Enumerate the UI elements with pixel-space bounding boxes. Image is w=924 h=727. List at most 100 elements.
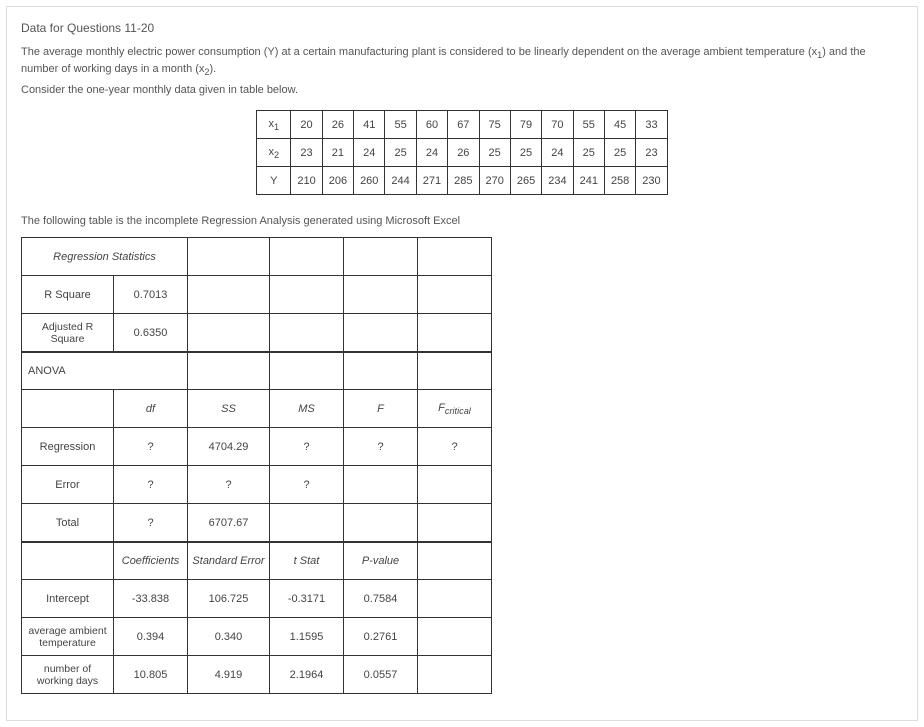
row-label-x1: x1 (257, 111, 291, 139)
cell: 2.1964 (270, 656, 344, 694)
label-sub: 2 (274, 150, 279, 160)
f-header: F (344, 390, 418, 428)
cell: 26 (448, 139, 479, 167)
cell (188, 238, 270, 276)
regression-stats-header: Regression Statistics (22, 238, 188, 276)
cell (418, 466, 492, 504)
cell: 0.7584 (344, 580, 418, 618)
cell: 6707.67 (188, 504, 270, 542)
cell (188, 314, 270, 352)
description-line-2: Consider the one-year monthly data given… (21, 83, 903, 98)
cell: 21 (322, 139, 353, 167)
regression-table: Regression Statistics R Square 0.7013 Ad… (21, 237, 492, 694)
table-row: Intercept -33.838 106.725 -0.3171 0.7584 (22, 580, 492, 618)
cell: 55 (573, 111, 604, 139)
cell: ? (114, 466, 188, 504)
cell (270, 238, 344, 276)
cell: ? (114, 504, 188, 542)
cell: ? (188, 466, 270, 504)
regression-intro: The following table is the incomplete Re… (21, 215, 903, 227)
cell (418, 656, 492, 694)
cell: 25 (385, 139, 416, 167)
cell (418, 580, 492, 618)
cell: 26 (322, 111, 353, 139)
cell: 25 (479, 139, 510, 167)
table-row: Regression Statistics (22, 238, 492, 276)
cell: 270 (479, 167, 510, 195)
cell: 0.2761 (344, 618, 418, 656)
cell: 20 (291, 111, 322, 139)
cell: 25 (604, 139, 635, 167)
table-row: average ambient temperature 0.394 0.340 … (22, 618, 492, 656)
cell: ? (114, 428, 188, 466)
cell: 45 (604, 111, 635, 139)
cell (344, 352, 418, 390)
cell: 4.919 (188, 656, 270, 694)
coef-header: Coefficients (114, 542, 188, 580)
data-table: x1 20 26 41 55 60 67 75 79 70 55 45 33 x… (256, 110, 667, 195)
cell (418, 504, 492, 542)
cell: 55 (385, 111, 416, 139)
cell (188, 352, 270, 390)
data-table-container: x1 20 26 41 55 60 67 75 79 70 55 45 33 x… (21, 110, 903, 195)
cell: ? (344, 428, 418, 466)
r-square-value: 0.7013 (114, 276, 188, 314)
ss-header: SS (188, 390, 270, 428)
description-line-1: The average monthly electric power consu… (21, 45, 903, 79)
anova-header: ANOVA (22, 352, 188, 390)
cell: 244 (385, 167, 416, 195)
cell: 1.1595 (270, 618, 344, 656)
cell: 258 (604, 167, 635, 195)
error-row-label: Error (22, 466, 114, 504)
cell (270, 504, 344, 542)
cell: 41 (354, 111, 385, 139)
cell: 24 (354, 139, 385, 167)
fcrit-sub: critical (445, 406, 471, 416)
cell (344, 276, 418, 314)
cell: 260 (354, 167, 385, 195)
table-row: Coefficients Standard Error t Stat P-val… (22, 542, 492, 580)
table-row: Error ? ? ? (22, 466, 492, 504)
pval-header: P-value (344, 542, 418, 580)
cell (344, 314, 418, 352)
x1-label: average ambient temperature (22, 618, 114, 656)
se-header: Standard Error (188, 542, 270, 580)
table-row: x1 20 26 41 55 60 67 75 79 70 55 45 33 (257, 111, 667, 139)
table-row: Total ? 6707.67 (22, 504, 492, 542)
table-row: df SS MS F Fcritical (22, 390, 492, 428)
regression-row-label: Regression (22, 428, 114, 466)
r-square-label: R Square (22, 276, 114, 314)
cell: 0.0557 (344, 656, 418, 694)
cell (270, 314, 344, 352)
cell: 79 (510, 111, 541, 139)
cell: 210 (291, 167, 322, 195)
cell (418, 276, 492, 314)
cell: 230 (636, 167, 667, 195)
row-label-x2: x2 (257, 139, 291, 167)
ms-header: MS (270, 390, 344, 428)
cell (418, 618, 492, 656)
desc-text: ). (210, 63, 217, 75)
cell (418, 314, 492, 352)
cell (270, 276, 344, 314)
cell: 70 (542, 111, 573, 139)
cell: 10.805 (114, 656, 188, 694)
table-row: x2 23 21 24 25 24 26 25 25 24 25 25 23 (257, 139, 667, 167)
cell: -33.838 (114, 580, 188, 618)
cell: 0.340 (188, 618, 270, 656)
cell: 67 (448, 111, 479, 139)
cell: 33 (636, 111, 667, 139)
cell: 75 (479, 111, 510, 139)
cell (22, 390, 114, 428)
cell: -0.3171 (270, 580, 344, 618)
cell: 206 (322, 167, 353, 195)
cell (270, 352, 344, 390)
table-row: Adjusted R Square 0.6350 (22, 314, 492, 352)
cell: 60 (416, 111, 447, 139)
cell (344, 504, 418, 542)
cell: 24 (416, 139, 447, 167)
fcrit-text: F (438, 402, 445, 414)
adj-r-square-label: Adjusted R Square (22, 314, 114, 352)
table-row: number of working days 10.805 4.919 2.19… (22, 656, 492, 694)
cell: 25 (510, 139, 541, 167)
